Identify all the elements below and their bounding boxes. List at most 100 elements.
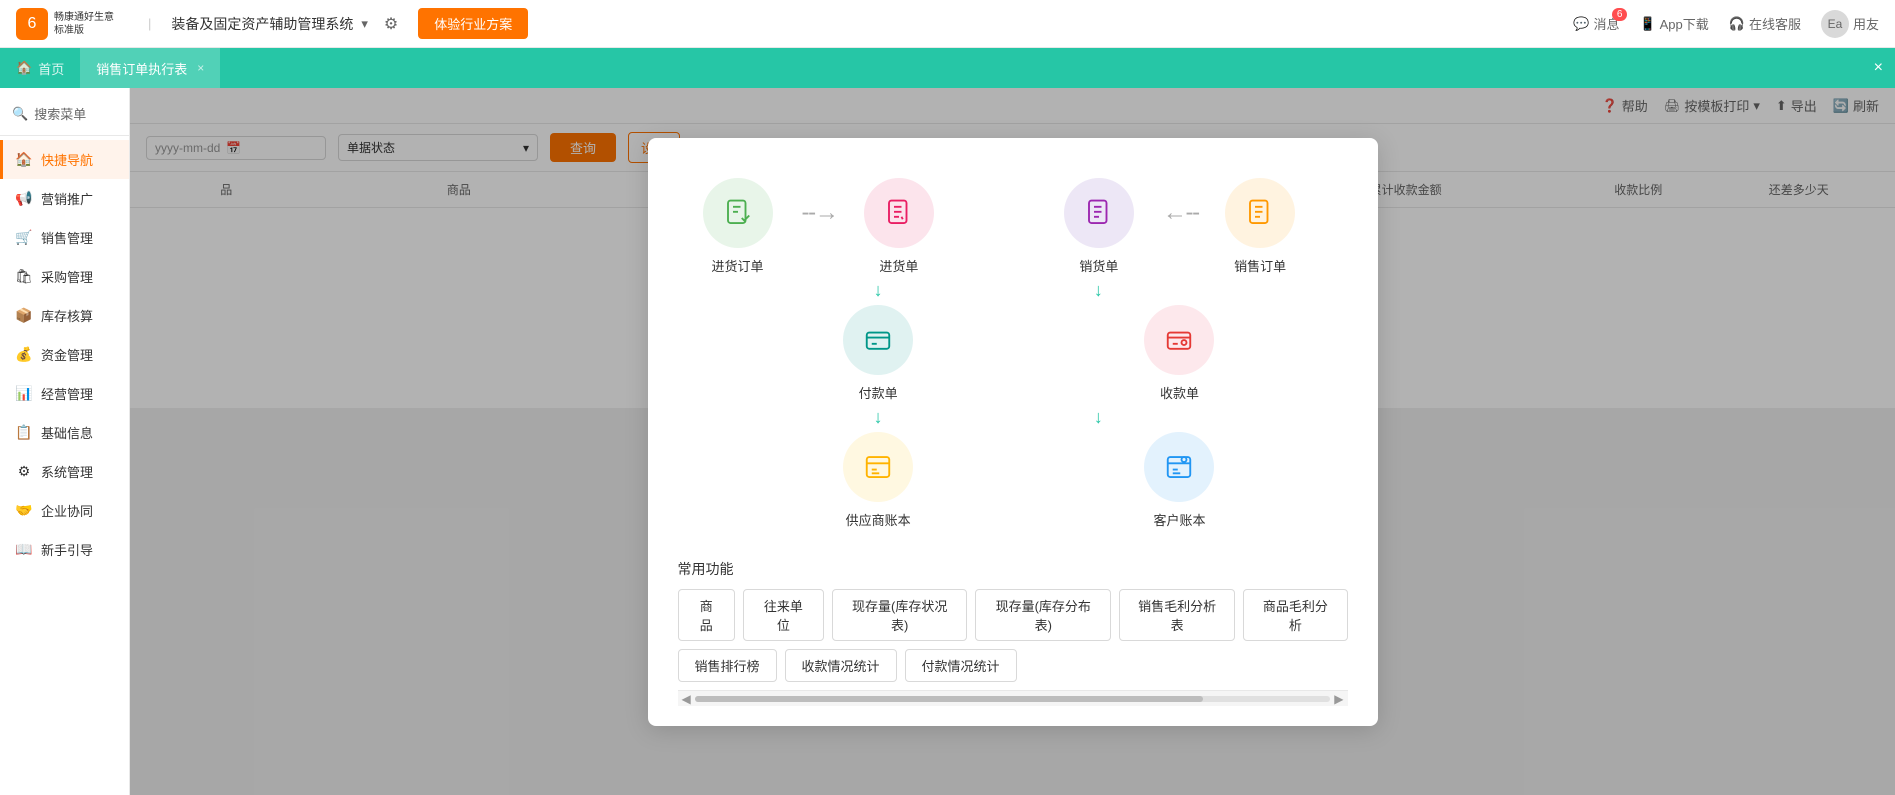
purchase-icon: 🛍: [15, 268, 33, 286]
tab-home[interactable]: 🏠 首页: [0, 48, 80, 88]
sales-row1: 销货单 ← - - 销售订单: [1039, 178, 1320, 275]
sales-row2: 收款单: [1119, 305, 1239, 402]
content-area: ❓ 帮助 🖨 按模板打印 ▾ ⬆ 导出 🔄 刷新: [130, 88, 1895, 795]
purchase-row1: 进货订单 - - → 进货单: [678, 178, 959, 275]
avatar: Ea: [1821, 10, 1849, 38]
sidebar-item-marketing-label: 营销推广: [41, 189, 93, 208]
sidebar: 🔍 搜索菜单 🏠 快捷导航 📢 营销推广 🛒 销售管理 🛍 采购管理 📦 库存核…: [0, 88, 130, 795]
operations-icon: 📊: [15, 385, 33, 403]
sidebar-item-quick-nav[interactable]: 🏠 快捷导航: [0, 140, 129, 179]
sidebar-item-sales[interactable]: 🛒 销售管理: [0, 218, 129, 257]
arrow-purchase-to-bill: - - →: [798, 199, 839, 227]
sidebar-item-cooperation-label: 企业协同: [41, 501, 93, 520]
trial-button[interactable]: 体验行业方案: [418, 8, 528, 39]
func-btn-stock-status[interactable]: 现存量(库存状况表): [832, 589, 968, 641]
arrow-down-purchase: ↓: [874, 275, 883, 305]
avatar-text: Ea: [1828, 17, 1843, 31]
main-layout: 🔍 搜索菜单 🏠 快捷导航 📢 营销推广 🛒 销售管理 🛍 采购管理 📦 库存核…: [0, 88, 1895, 795]
header-left: 6 畅康通好生意 标准版 | 装备及固定资产辅助管理系统 ▾ ⚙ 体验行业方案: [16, 8, 528, 40]
finance-icon: 💰: [15, 346, 33, 364]
newbie-icon: 📖: [15, 541, 33, 559]
purchase-order-circle: [703, 178, 773, 248]
purchase-row3: 供应商账本: [818, 432, 938, 529]
func-btn-stock-dist[interactable]: 现存量(库存分布表): [975, 589, 1111, 641]
down-arrow-icon-1: ↓: [874, 280, 883, 301]
sidebar-item-marketing[interactable]: 📢 营销推广: [0, 179, 129, 218]
sidebar-item-system-label: 系统管理: [41, 462, 93, 481]
sidebar-item-inventory[interactable]: 📦 库存核算: [0, 296, 129, 335]
tab-active-label: 销售订单执行表: [96, 59, 187, 78]
window-close-button[interactable]: ×: [1874, 59, 1883, 77]
customer-account-node[interactable]: 客户账本: [1119, 432, 1239, 529]
system-title: 装备及固定资产辅助管理系统: [171, 14, 353, 34]
logo-area: 6 畅康通好生意 标准版: [16, 8, 136, 40]
settings-icon[interactable]: ⚙: [384, 14, 398, 34]
purchase-flow-group: 进货订单 - - → 进货单: [678, 178, 959, 529]
message-icon: 💬: [1573, 16, 1589, 32]
sidebar-item-sales-label: 销售管理: [41, 228, 93, 247]
quick-nav-icon: 🏠: [15, 151, 33, 169]
scroll-track[interactable]: [695, 696, 1331, 702]
purchase-bill-node[interactable]: 进货单: [839, 178, 959, 275]
app-download-label: App下载: [1660, 14, 1709, 33]
down-arrow-icon-2: ↓: [874, 407, 883, 428]
supplier-circle: [843, 432, 913, 502]
receipt-label: 收款单: [1160, 383, 1199, 402]
modal-popup: 进货订单 - - → 进货单: [648, 138, 1378, 726]
sidebar-item-finance[interactable]: 💰 资金管理: [0, 335, 129, 374]
system-icon: ⚙: [15, 463, 33, 481]
logo-text: 畅康通好生意 标准版: [54, 11, 114, 37]
sales-bill-node[interactable]: 销货单: [1039, 178, 1159, 275]
payment-circle: [843, 305, 913, 375]
arrow-sales-order-to-bill: ← - -: [1159, 199, 1200, 227]
payment-node[interactable]: 付款单: [818, 305, 938, 402]
func-btn-sales-margin[interactable]: 销售毛利分析表: [1119, 589, 1235, 641]
sales-flow-group: 销货单 ← - - 销售订单: [1039, 178, 1320, 529]
func-btn-payment-stats[interactable]: 付款情况统计: [905, 649, 1017, 682]
online-service-action[interactable]: 🎧 在线客服: [1729, 14, 1801, 33]
sales-order-node[interactable]: 销售订单: [1200, 178, 1320, 275]
tab-sales-order[interactable]: 销售订单执行表 ×: [80, 48, 220, 88]
sidebar-item-basic-info[interactable]: 📋 基础信息: [0, 413, 129, 452]
user-action[interactable]: Ea 用友: [1821, 10, 1879, 38]
scroll-right-arrow[interactable]: ▶: [1334, 692, 1343, 706]
scroll-bar-area: ◀ ▶: [678, 690, 1348, 706]
down-arrow-icon-4: ↓: [1094, 407, 1103, 428]
func-row-2: 销售排行榜 收款情况统计 付款情况统计: [678, 649, 1348, 682]
sidebar-item-operations[interactable]: 📊 经营管理: [0, 374, 129, 413]
app-download-action[interactable]: 📱 App下载: [1639, 14, 1708, 33]
sidebar-search[interactable]: 🔍 搜索菜单: [0, 96, 129, 131]
sidebar-item-basic-info-label: 基础信息: [41, 423, 93, 442]
flow-diagram: 进货订单 - - → 进货单: [678, 168, 1348, 549]
sidebar-item-quick-nav-label: 快捷导航: [41, 150, 93, 169]
system-dropdown[interactable]: ▾: [361, 16, 368, 32]
purchase-order-node[interactable]: 进货订单: [678, 178, 798, 275]
func-btn-product-margin[interactable]: 商品毛利分析: [1243, 589, 1347, 641]
func-btn-receipt-stats[interactable]: 收款情况统计: [785, 649, 897, 682]
sidebar-item-newbie[interactable]: 📖 新手引导: [0, 530, 129, 569]
scroll-left-arrow[interactable]: ◀: [682, 692, 691, 706]
func-btn-partners[interactable]: 往来单位: [743, 589, 824, 641]
basic-info-icon: 📋: [15, 424, 33, 442]
tab-close-icon[interactable]: ×: [197, 61, 204, 75]
purchase-order-label: 进货订单: [711, 256, 763, 275]
supplier-account-node[interactable]: 供应商账本: [818, 432, 938, 529]
receipt-circle: [1144, 305, 1214, 375]
customer-label: 客户账本: [1153, 510, 1205, 529]
sidebar-item-cooperation[interactable]: 🤝 企业协同: [0, 491, 129, 530]
headset-icon: 🎧: [1729, 16, 1745, 32]
func-btn-products[interactable]: 商品: [678, 589, 735, 641]
sidebar-item-purchase[interactable]: 🛍 采购管理: [0, 257, 129, 296]
receipt-node[interactable]: 收款单: [1119, 305, 1239, 402]
dashed-arrow-icon: - - →: [802, 199, 835, 227]
func-btn-sales-rank[interactable]: 销售排行榜: [678, 649, 777, 682]
arrow-down-receipt: ↓: [1039, 402, 1103, 432]
common-functions-title: 常用功能: [678, 559, 1348, 579]
inventory-icon: 📦: [15, 307, 33, 325]
message-action[interactable]: 💬 消息 6: [1573, 14, 1619, 33]
sales-order-circle: [1225, 178, 1295, 248]
online-service-label: 在线客服: [1749, 14, 1801, 33]
purchase-bill-circle: [864, 178, 934, 248]
tab-bar: 🏠 首页 销售订单执行表 × ×: [0, 48, 1895, 88]
sidebar-item-system[interactable]: ⚙ 系统管理: [0, 452, 129, 491]
